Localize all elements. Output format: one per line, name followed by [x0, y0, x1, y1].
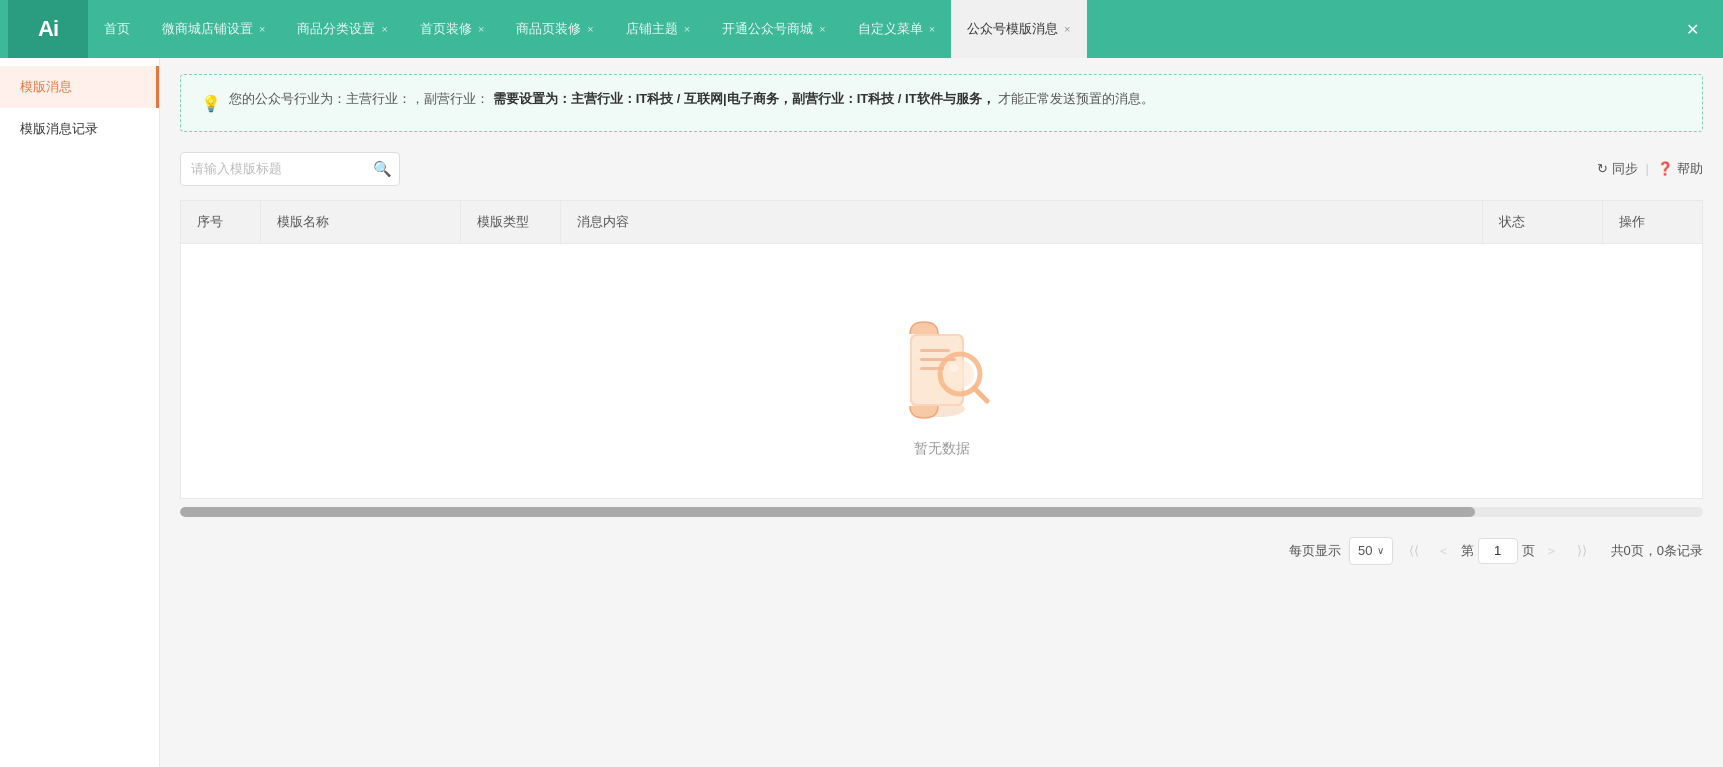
logo: Ai [8, 0, 88, 58]
col-header-seq: 序号 [181, 200, 261, 243]
main-layout: 模版消息 模版消息记录 💡 您的公众号行业为：主营行业：，副营行业： 需要设置为… [0, 58, 1723, 767]
chevron-down-icon: ∨ [1377, 545, 1384, 556]
empty-text: 暂无数据 [914, 440, 970, 458]
search-input-wrap: 🔍 [180, 152, 400, 186]
svg-line-8 [974, 388, 987, 401]
col-header-content: 消息内容 [561, 200, 1483, 243]
first-page-button[interactable]: ⟨⟨ [1401, 538, 1427, 564]
close-tab-home-decoration[interactable]: × [478, 23, 484, 35]
notice-box: 💡 您的公众号行业为：主营行业：，副营行业： 需要设置为：主营行业：IT科技 /… [180, 74, 1703, 132]
pagination: 每页显示 50 ∨ ⟨⟨ ＜ 第 页 ＞ ⟩⟩ 共0页，0条记录 [180, 525, 1703, 565]
close-tab-template-msg[interactable]: × [1064, 23, 1070, 35]
tab-open-mall[interactable]: 开通公众号商城 × [706, 0, 841, 58]
last-page-button[interactable]: ⟩⟩ [1569, 538, 1595, 564]
sync-icon: ↻ [1597, 161, 1608, 176]
close-tab-open-mall[interactable]: × [819, 23, 825, 35]
toolbar-right: ↻ 同步 | ❓ 帮助 [1597, 160, 1703, 178]
empty-illustration [882, 304, 1002, 424]
tab-shop-settings[interactable]: 微商城店铺设置 × [146, 0, 281, 58]
per-page-label: 每页显示 [1289, 542, 1341, 560]
search-input[interactable] [180, 152, 400, 186]
next-page-button[interactable]: ＞ [1539, 538, 1565, 564]
per-page-select[interactable]: 50 ∨ [1349, 537, 1392, 565]
close-tab-shop-settings[interactable]: × [259, 23, 265, 35]
tab-custom-menu[interactable]: 自定义菜单 × [842, 0, 951, 58]
sidebar: 模版消息 模版消息记录 [0, 58, 160, 767]
svg-point-7 [946, 360, 974, 388]
col-header-status: 状态 [1483, 200, 1603, 243]
data-table: 序号 模版名称 模版类型 消息内容 状态 操作 [180, 200, 1703, 499]
table-header: 序号 模版名称 模版类型 消息内容 状态 操作 [181, 200, 1703, 243]
help-button[interactable]: ❓ 帮助 [1657, 160, 1703, 178]
close-tab-category-settings[interactable]: × [381, 23, 387, 35]
search-button[interactable]: 🔍 [373, 160, 392, 178]
prev-page-button[interactable]: ＜ [1431, 538, 1457, 564]
tab-template-msg[interactable]: 公众号模版消息 × [951, 0, 1086, 58]
page-navigation: ⟨⟨ ＜ 第 页 ＞ ⟩⟩ [1401, 538, 1595, 564]
sync-button[interactable]: ↻ 同步 [1597, 160, 1638, 178]
content-area: 💡 您的公众号行业为：主营行业：，副营行业： 需要设置为：主营行业：IT科技 /… [160, 58, 1723, 767]
tab-home[interactable]: 首页 [88, 0, 146, 58]
total-text: 共0页，0条记录 [1611, 542, 1703, 560]
tab-category-settings[interactable]: 商品分类设置 × [281, 0, 403, 58]
page-label: 第 [1461, 542, 1474, 560]
tab-home-decoration[interactable]: 首页装修 × [404, 0, 500, 58]
toolbar-divider: | [1646, 161, 1649, 176]
col-header-name: 模版名称 [261, 200, 461, 243]
table-header-row: 序号 模版名称 模版类型 消息内容 状态 操作 [181, 200, 1703, 243]
help-icon: ❓ [1657, 161, 1673, 176]
close-tab-shop-theme[interactable]: × [684, 23, 690, 35]
page-number-input[interactable] [1478, 538, 1518, 564]
tab-shop-theme[interactable]: 店铺主题 × [610, 0, 706, 58]
window-close-button[interactable]: ✕ [1670, 20, 1715, 39]
search-bar: 🔍 ↻ 同步 | ❓ 帮助 [180, 152, 1703, 186]
sidebar-item-template-message[interactable]: 模版消息 [0, 66, 159, 108]
svg-point-9 [950, 364, 958, 372]
search-icon: 🔍 [373, 160, 392, 177]
svg-rect-3 [920, 349, 950, 352]
sidebar-item-template-message-log[interactable]: 模版消息记录 [0, 108, 159, 150]
empty-state: 暂无数据 [181, 244, 1702, 498]
table-body: 暂无数据 [181, 243, 1703, 498]
col-header-action: 操作 [1603, 200, 1703, 243]
close-tab-custom-menu[interactable]: × [929, 23, 935, 35]
page-unit: 页 [1522, 542, 1535, 560]
top-nav: Ai 首页 微商城店铺设置 × 商品分类设置 × 首页装修 × 商品页装修 × … [0, 0, 1723, 58]
horizontal-scrollbar[interactable] [180, 507, 1703, 517]
col-header-type: 模版类型 [461, 200, 561, 243]
empty-state-row: 暂无数据 [181, 243, 1703, 498]
tab-product-decoration[interactable]: 商品页装修 × [500, 0, 609, 58]
notice-text: 您的公众号行业为：主营行业：，副营行业： 需要设置为：主营行业：IT科技 / 互… [229, 89, 1154, 110]
lightbulb-icon: 💡 [201, 91, 221, 117]
close-tab-product-decoration[interactable]: × [587, 23, 593, 35]
scroll-thumb [180, 507, 1475, 517]
